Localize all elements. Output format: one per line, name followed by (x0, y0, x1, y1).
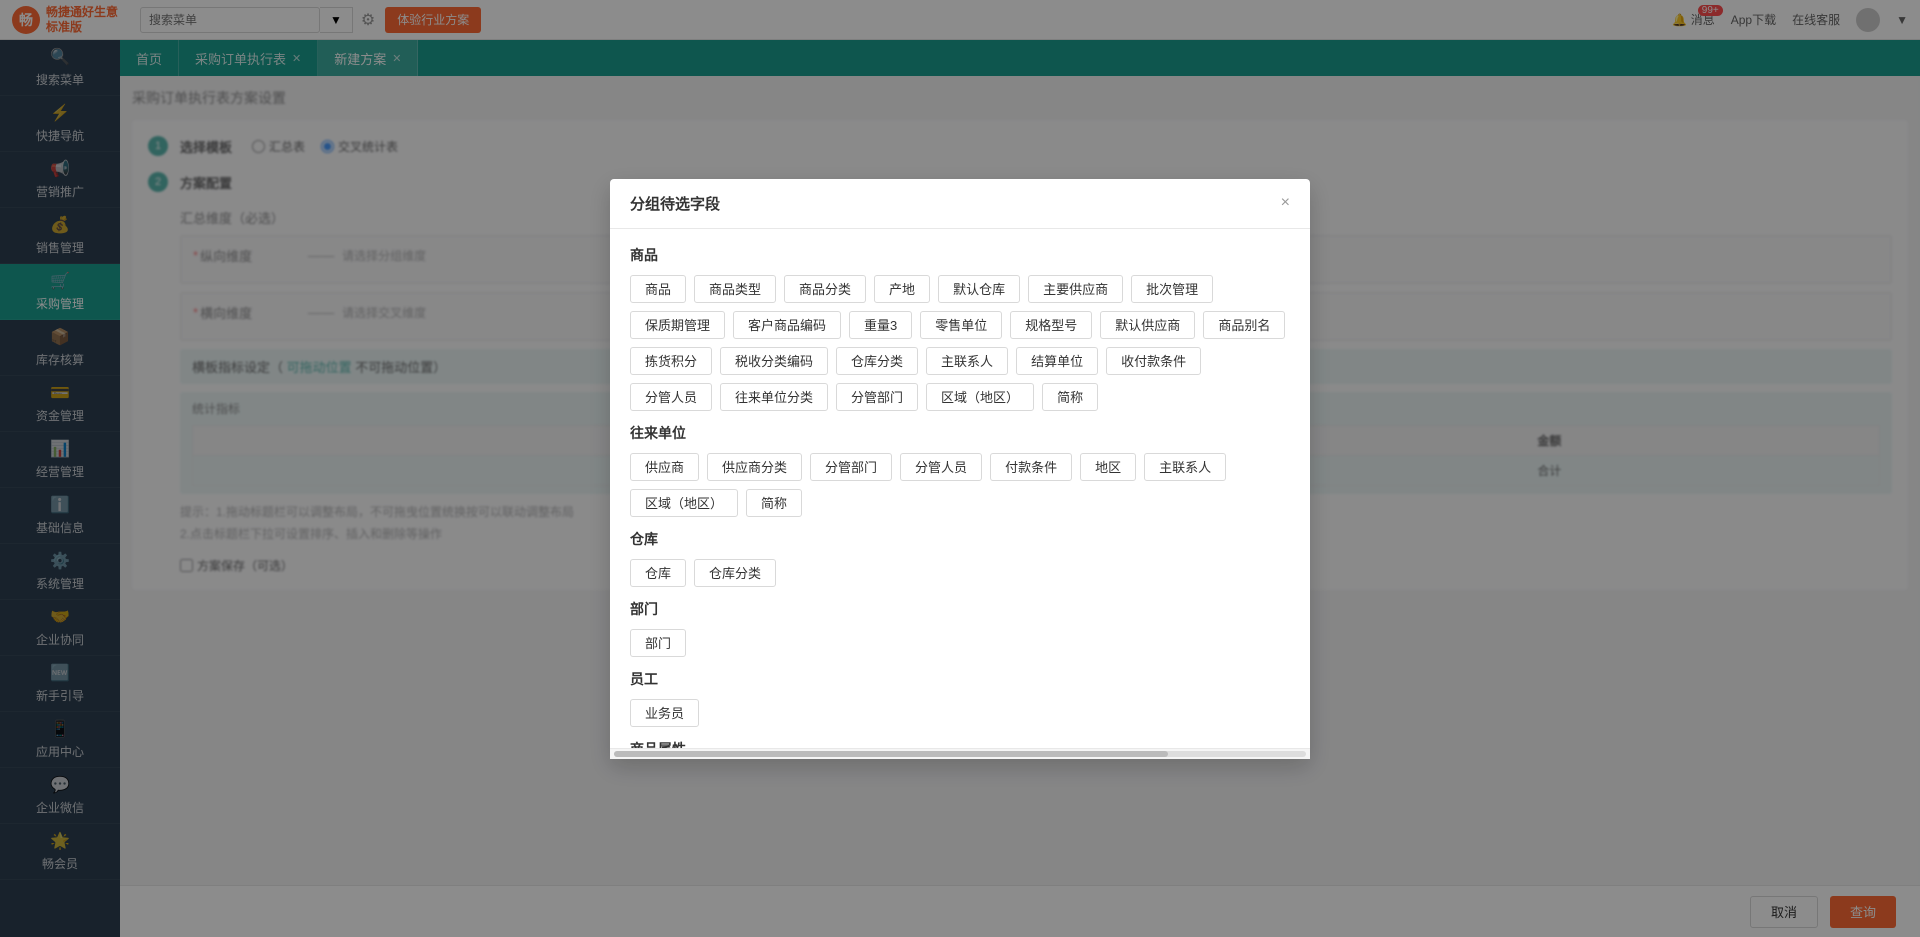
field-tag[interactable]: 保质期管理 (630, 311, 725, 339)
field-tag[interactable]: 商品别名 (1203, 311, 1285, 339)
field-tag[interactable]: 主联系人 (1144, 453, 1226, 481)
field-group-title: 员工 (630, 669, 1290, 689)
field-tags: 仓库仓库分类 (630, 559, 1290, 587)
field-tag[interactable]: 产地 (874, 275, 930, 303)
field-tag[interactable]: 主要供应商 (1028, 275, 1123, 303)
field-tag[interactable]: 分管部门 (836, 383, 918, 411)
field-group-title: 部门 (630, 599, 1290, 619)
field-tag[interactable]: 商品 (630, 275, 686, 303)
field-tag[interactable]: 简称 (746, 489, 802, 517)
field-tag[interactable]: 零售单位 (920, 311, 1002, 339)
field-tag[interactable]: 商品分类 (784, 275, 866, 303)
hscroll-thumb (614, 751, 1168, 757)
modal-title: 分组待选字段 (630, 193, 720, 214)
field-tags: 商品商品类型商品分类产地默认仓库主要供应商批次管理保质期管理客户商品编码重量3 零… (630, 275, 1290, 411)
field-tag[interactable]: 规格型号 (1010, 311, 1092, 339)
modal-dialog: 分组待选字段 × 商品商品商品类型商品分类产地默认仓库主要供应商批次管理保质期管… (610, 179, 1310, 759)
field-tag[interactable]: 默认仓库 (938, 275, 1020, 303)
modal-close-button[interactable]: × (1281, 194, 1290, 212)
field-tag[interactable]: 仓库分类 (836, 347, 918, 375)
field-tag[interactable]: 简称 (1042, 383, 1098, 411)
field-tag[interactable]: 分管部门 (810, 453, 892, 481)
field-tag[interactable]: 客户商品编码 (733, 311, 841, 339)
field-tag[interactable]: 供应商 (630, 453, 699, 481)
modal-hscroll[interactable] (610, 748, 1310, 759)
field-tag[interactable]: 仓库 (630, 559, 686, 587)
field-tag[interactable]: 分管人员 (900, 453, 982, 481)
field-tag[interactable]: 部门 (630, 629, 686, 657)
field-tag[interactable]: 结算单位 (1016, 347, 1098, 375)
field-tag[interactable]: 重量3 (849, 311, 912, 339)
field-tag[interactable]: 付款条件 (990, 453, 1072, 481)
field-group-title: 商品 (630, 245, 1290, 265)
field-tag[interactable]: 地区 (1080, 453, 1136, 481)
field-tag[interactable]: 默认供应商 (1100, 311, 1195, 339)
field-tags: 部门 (630, 629, 1290, 657)
field-tag[interactable]: 往来单位分类 (720, 383, 828, 411)
field-group-title: 商品属性 (630, 739, 1290, 748)
field-tag[interactable]: 主联系人 (926, 347, 1008, 375)
field-tag[interactable]: 收付款条件 (1106, 347, 1201, 375)
hscroll-bar (614, 751, 1306, 757)
field-tag[interactable]: 区域（地区） (630, 489, 738, 517)
modal-body: 商品商品商品类型商品分类产地默认仓库主要供应商批次管理保质期管理客户商品编码重量… (610, 229, 1310, 748)
field-tag[interactable]: 商品类型 (694, 275, 776, 303)
modal-overlay: 分组待选字段 × 商品商品商品类型商品分类产地默认仓库主要供应商批次管理保质期管… (0, 0, 1920, 937)
field-tag[interactable]: 批次管理 (1131, 275, 1213, 303)
field-group-title: 往来单位 (630, 423, 1290, 443)
field-group-title: 仓库 (630, 529, 1290, 549)
field-tag[interactable]: 供应商分类 (707, 453, 802, 481)
field-tags: 供应商供应商分类分管部门分管人员付款条件地区主联系人区域（地区） 简称 (630, 453, 1290, 517)
field-tag[interactable]: 拣货积分 (630, 347, 712, 375)
field-tag[interactable]: 仓库分类 (694, 559, 776, 587)
field-tags: 业务员 (630, 699, 1290, 727)
field-tag[interactable]: 业务员 (630, 699, 699, 727)
field-tag[interactable]: 税收分类编码 (720, 347, 828, 375)
field-tag[interactable]: 分管人员 (630, 383, 712, 411)
modal-header: 分组待选字段 × (610, 179, 1310, 229)
field-tag[interactable]: 区域（地区） (926, 383, 1034, 411)
